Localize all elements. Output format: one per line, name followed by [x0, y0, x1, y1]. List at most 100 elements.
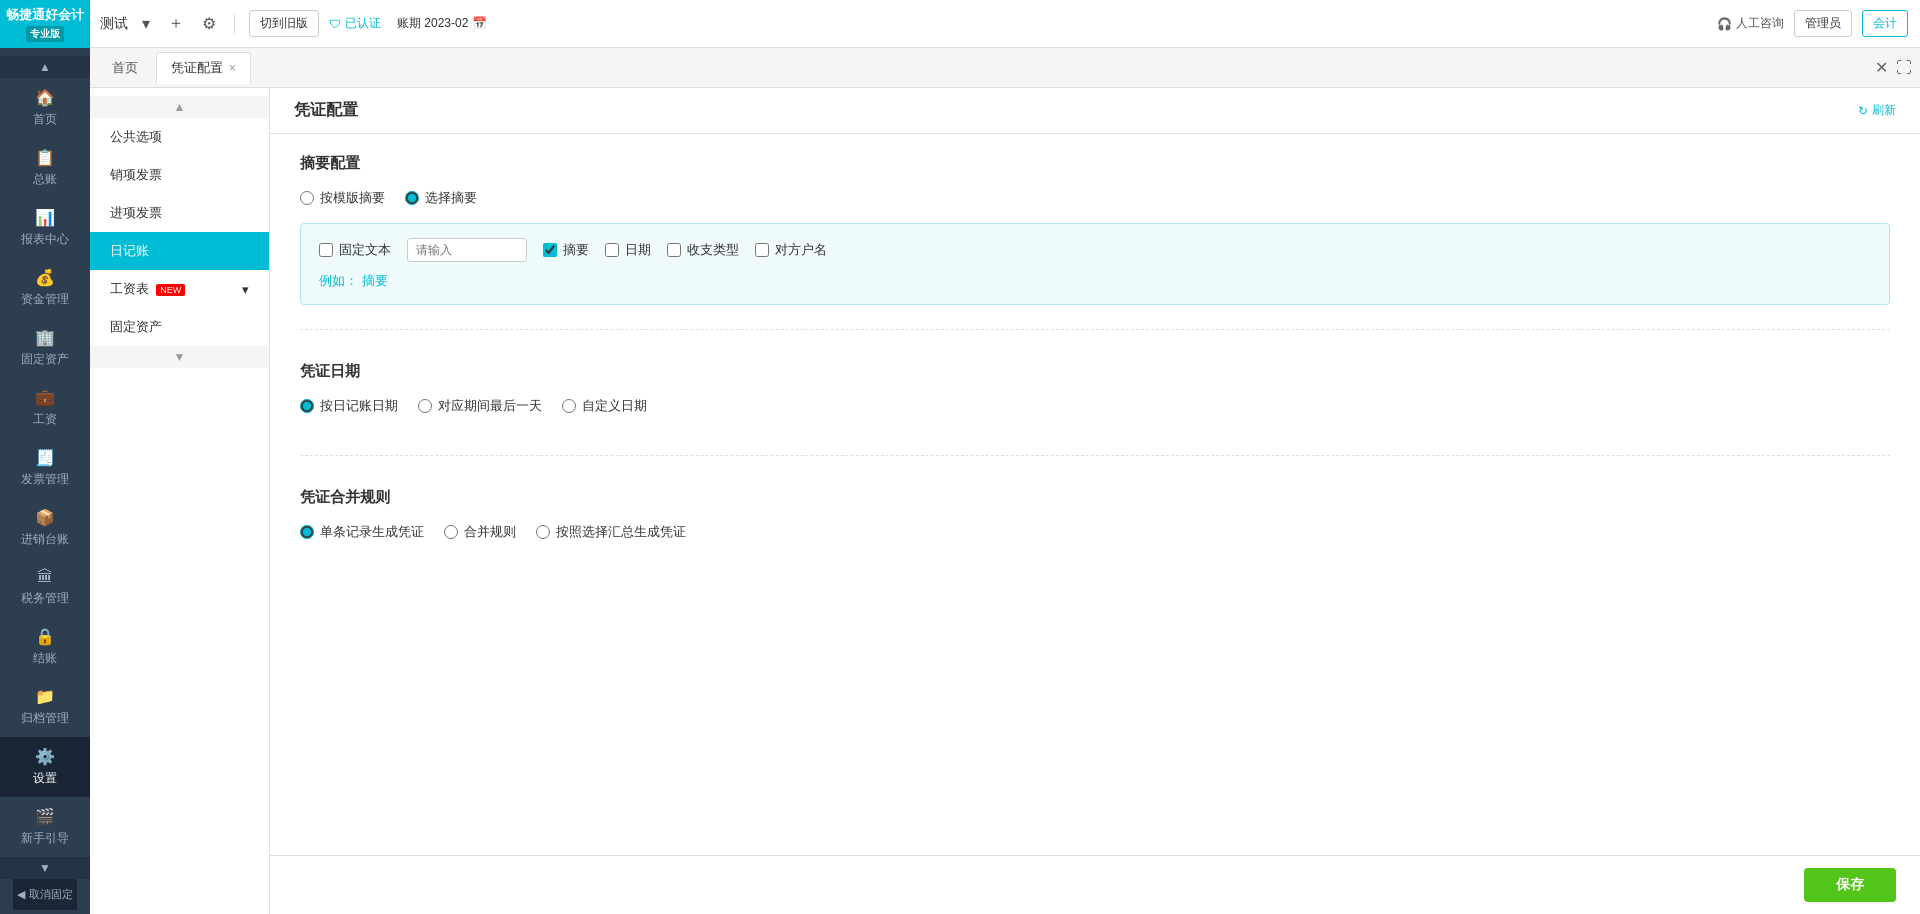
- merge-radio-single-label: 单条记录生成凭证: [320, 523, 424, 541]
- cancel-fixed-btn[interactable]: ◀ 取消固定: [13, 879, 77, 910]
- checkbox-date[interactable]: 日期: [605, 241, 651, 259]
- left-nav-item-public[interactable]: 公共选项: [90, 118, 269, 156]
- consult-btn[interactable]: 🎧 人工咨询: [1717, 15, 1784, 32]
- summary-config-box: 固定文本 摘要 日期: [300, 223, 1890, 305]
- tab-home[interactable]: 首页: [98, 53, 152, 83]
- sidebar-scroll-up-btn[interactable]: ▲: [0, 56, 90, 78]
- checkbox-date-input[interactable]: [605, 243, 619, 257]
- close-panel-btn[interactable]: ✕: [1875, 58, 1888, 77]
- sidebar-item-trade[interactable]: 📦 进销台账: [0, 498, 90, 558]
- settings-gear-btn[interactable]: ⚙: [198, 10, 220, 37]
- merge-radio-select-input[interactable]: [536, 525, 550, 539]
- date-section: 凭证日期 按日记账日期 对应期间最后一天: [300, 362, 1890, 456]
- date-radio-custom[interactable]: 自定义日期: [562, 397, 647, 415]
- fixed-text-input[interactable]: [407, 238, 527, 262]
- checkbox-counterpart[interactable]: 对方户名: [755, 241, 827, 259]
- checkbox-fixed-text[interactable]: 固定文本: [319, 241, 391, 259]
- checkbox-payment-type-input[interactable]: [667, 243, 681, 257]
- date-radio-custom-label: 自定义日期: [582, 397, 647, 415]
- sidebar-item-invoice[interactable]: 🧾 发票管理: [0, 438, 90, 498]
- date-radio-period-last-input[interactable]: [418, 399, 432, 413]
- merge-radio-rule-label: 合并规则: [464, 523, 516, 541]
- merge-radio-group: 单条记录生成凭证 合并规则 按照选择汇总生成凭证: [300, 523, 1890, 541]
- date-radio-group: 按日记账日期 对应期间最后一天 自定义日期: [300, 397, 1890, 415]
- trade-icon: 📦: [35, 508, 55, 527]
- merge-radio-select-label: 按照选择汇总生成凭证: [556, 523, 686, 541]
- right-panel: 凭证配置 ↻ 刷新 摘要配置 按模版摘要: [270, 88, 1920, 914]
- sidebar-item-guide[interactable]: 🎬 新手引导: [0, 797, 90, 857]
- tab-close-btn[interactable]: ×: [229, 61, 236, 75]
- sidebar-item-finance[interactable]: 💰 资金管理: [0, 258, 90, 318]
- tabs-bar: 首页 凭证配置 × ✕ ⛶: [90, 48, 1920, 88]
- date-radio-journal[interactable]: 按日记账日期: [300, 397, 398, 415]
- expand-icon: ▾: [242, 282, 249, 297]
- date-section-title: 凭证日期: [300, 362, 1890, 381]
- summary-radio-select-input[interactable]: [405, 191, 419, 205]
- summary-radio-select[interactable]: 选择摘要: [405, 189, 477, 207]
- topbar-divider: [234, 14, 235, 34]
- checkbox-payment-type-label: 收支类型: [687, 241, 739, 259]
- sidebar-item-report[interactable]: 📊 报表中心: [0, 198, 90, 258]
- new-badge: NEW: [156, 284, 185, 296]
- checkbox-summary-input[interactable]: [543, 243, 557, 257]
- sidebar-item-settings[interactable]: ⚙️ 设置: [0, 737, 90, 797]
- left-nav-item-sales[interactable]: 销项发票: [90, 156, 269, 194]
- sidebar-item-asset[interactable]: 🏢 固定资产: [0, 318, 90, 378]
- sidebar-scroll-down-btn[interactable]: ▼: [0, 857, 90, 879]
- merge-radio-rule[interactable]: 合并规则: [444, 523, 516, 541]
- sidebar-label-close: 结账: [33, 650, 57, 667]
- sidebar-item-tax[interactable]: 🏛 税务管理: [0, 558, 90, 617]
- topbar-right: 🎧 人工咨询 管理员 会计: [1717, 10, 1908, 37]
- expand-panel-btn[interactable]: ⛶: [1896, 58, 1912, 77]
- sidebar-item-home[interactable]: 🏠 首页: [0, 78, 90, 138]
- checkbox-counterpart-label: 对方户名: [775, 241, 827, 259]
- user-btn[interactable]: 管理员: [1794, 10, 1852, 37]
- salary-icon: 💼: [35, 388, 55, 407]
- refresh-btn[interactable]: ↻ 刷新: [1858, 102, 1896, 119]
- save-btn[interactable]: 保存: [1804, 868, 1896, 902]
- add-project-btn[interactable]: ＋: [164, 9, 188, 38]
- sidebar-item-close[interactable]: 🔒 结账: [0, 617, 90, 677]
- merge-radio-single-input[interactable]: [300, 525, 314, 539]
- left-nav: ▲ 公共选项 销项发票 进项发票 日记账 工资表 NEW: [90, 88, 270, 914]
- app-logo: 畅捷通好会计 专业版: [0, 0, 90, 48]
- period-info: 账期 2023-02 📅: [397, 15, 487, 32]
- sidebar-item-archive[interactable]: 📁 归档管理: [0, 677, 90, 737]
- merge-radio-select[interactable]: 按照选择汇总生成凭证: [536, 523, 686, 541]
- merge-section-title: 凭证合并规则: [300, 488, 1890, 507]
- checkbox-fixed-text-label: 固定文本: [339, 241, 391, 259]
- merge-radio-rule-input[interactable]: [444, 525, 458, 539]
- left-nav-scroll-up-btn[interactable]: ▲: [90, 96, 269, 118]
- sidebar-item-ledger[interactable]: 📋 总账: [0, 138, 90, 198]
- checkbox-fixed-text-input[interactable]: [319, 243, 333, 257]
- tab-cert-config-label: 凭证配置: [171, 59, 223, 77]
- checkbox-counterpart-input[interactable]: [755, 243, 769, 257]
- date-radio-custom-input[interactable]: [562, 399, 576, 413]
- summary-radio-template[interactable]: 按模版摘要: [300, 189, 385, 207]
- checkbox-date-label: 日期: [625, 241, 651, 259]
- merge-radio-single[interactable]: 单条记录生成凭证: [300, 523, 424, 541]
- switch-version-btn[interactable]: 切到旧版: [249, 10, 319, 37]
- tab-cert-config[interactable]: 凭证配置 ×: [156, 52, 251, 84]
- cert-icon: 🛡: [329, 17, 341, 31]
- refresh-label: 刷新: [1872, 102, 1896, 119]
- project-dropdown-btn[interactable]: ▾: [138, 10, 154, 37]
- summary-radio-template-input[interactable]: [300, 191, 314, 205]
- headset-icon: 🎧: [1717, 17, 1732, 31]
- checkbox-payment-type[interactable]: 收支类型: [667, 241, 739, 259]
- left-nav-item-payroll[interactable]: 工资表 NEW ▾: [90, 270, 269, 308]
- page-title: 凭证配置: [294, 100, 358, 121]
- left-nav-item-fixed-asset[interactable]: 固定资产: [90, 308, 269, 346]
- left-nav-scroll-down-btn[interactable]: ▼: [90, 346, 269, 368]
- date-radio-journal-input[interactable]: [300, 399, 314, 413]
- role-btn[interactable]: 会计: [1862, 10, 1908, 37]
- sidebar-label-archive: 归档管理: [21, 710, 69, 727]
- checkbox-summary[interactable]: 摘要: [543, 241, 589, 259]
- left-nav-item-journal[interactable]: 日记账: [90, 232, 269, 270]
- cert-status: 🛡 已认证: [329, 15, 381, 32]
- sidebar-item-salary[interactable]: 💼 工资: [0, 378, 90, 438]
- asset-icon: 🏢: [35, 328, 55, 347]
- date-radio-period-last[interactable]: 对应期间最后一天: [418, 397, 542, 415]
- left-nav-item-purchase[interactable]: 进项发票: [90, 194, 269, 232]
- cert-label: 已认证: [345, 15, 381, 32]
